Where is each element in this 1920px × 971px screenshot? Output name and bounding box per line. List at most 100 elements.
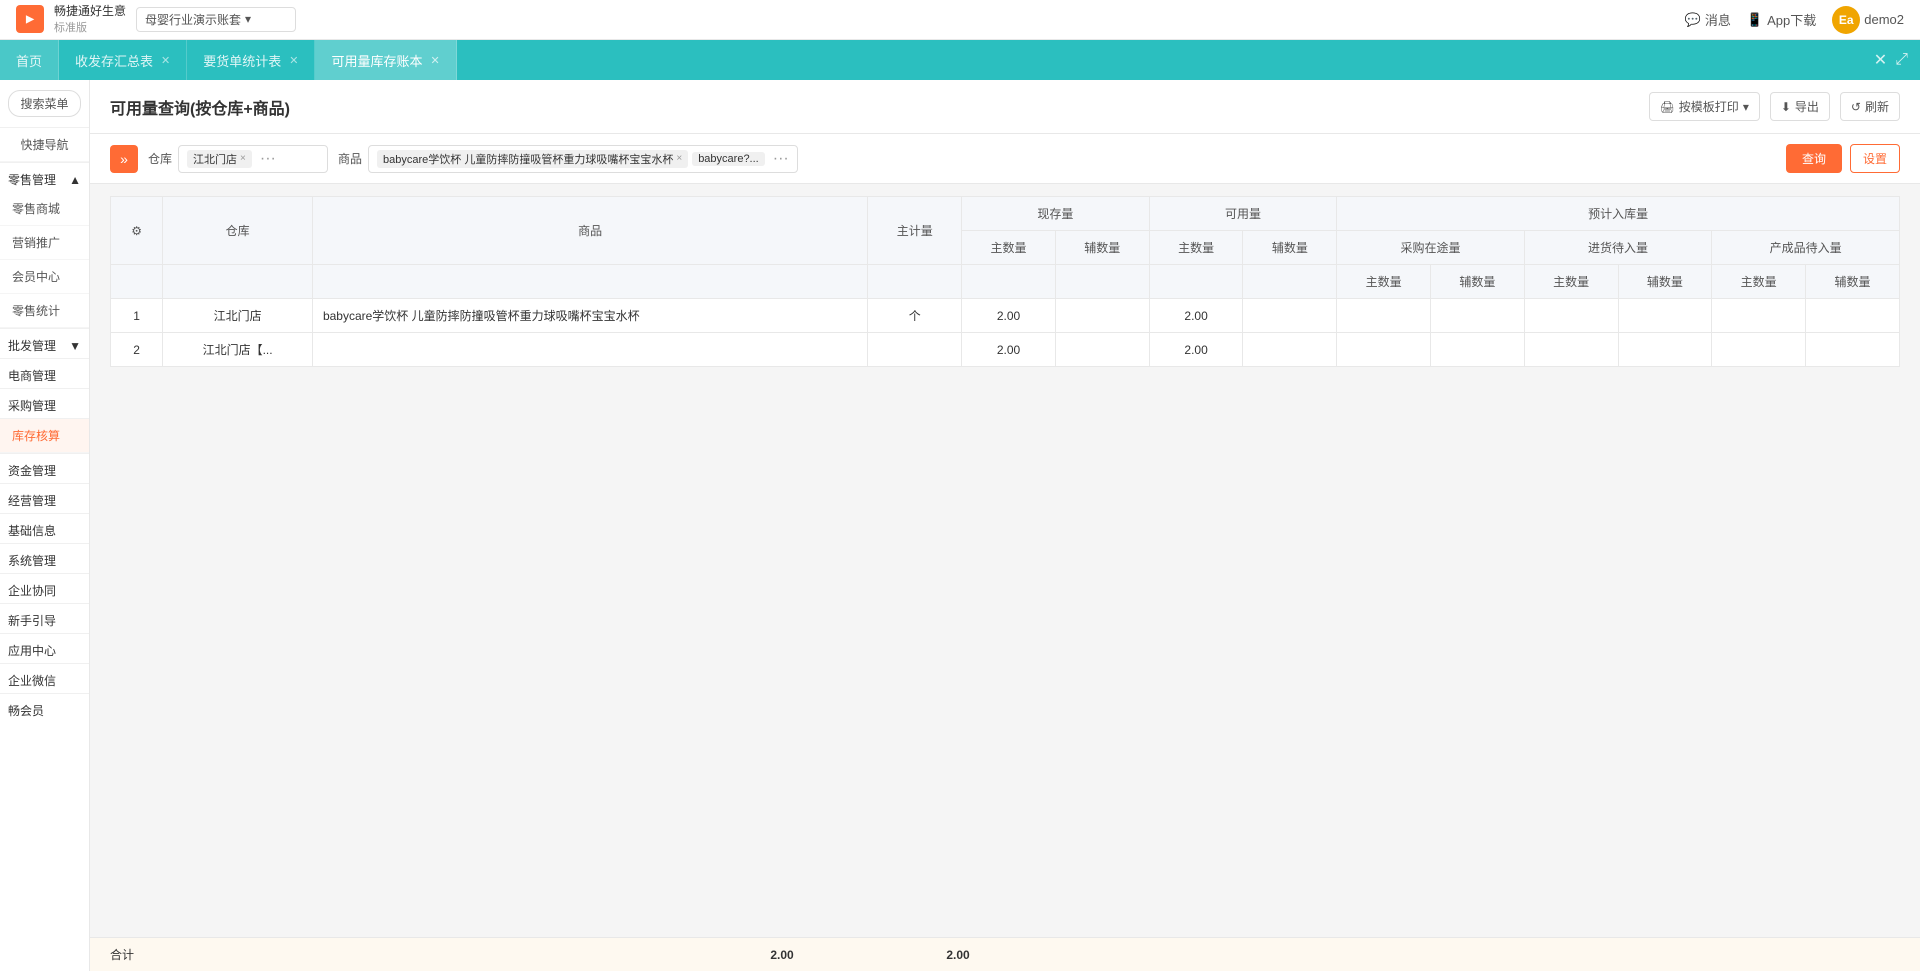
cell-avail-main: 2.00 xyxy=(1149,333,1243,367)
refresh-icon: ↺ xyxy=(1851,100,1861,114)
tab-close-available[interactable]: ✕ xyxy=(431,54,440,67)
sidebar-section-ecommerce[interactable]: 电商管理 xyxy=(0,358,89,388)
col-main-unit: 主计量 xyxy=(868,197,962,265)
sidebar-item-retail-mall[interactable]: 零售商城 xyxy=(0,192,89,226)
message-btn[interactable]: 💬 消息 xyxy=(1685,10,1731,29)
sidebar-section-sys-mgmt[interactable]: 系统管理 xyxy=(0,543,89,573)
expand-btn[interactable]: ⤢ xyxy=(1895,51,1908,69)
sidebar-item-member-center[interactable]: 会员中心 xyxy=(0,260,89,294)
sidebar-item-marketing[interactable]: 营销推广 xyxy=(0,226,89,260)
sidebar-section-finance[interactable]: 资金管理 xyxy=(0,453,89,483)
chevron-down-icon: ▼ xyxy=(69,339,81,353)
content-area: 可用量查询(按仓库+商品) 🖨 按模板打印 ▾ ⬇ 导出 ↺ 刷新 xyxy=(90,80,1920,971)
product-filter-input[interactable]: babycare学饮杯 儿童防摔防撞吸管杯重力球吸嘴杯宝宝水杯 × babyca… xyxy=(368,145,798,173)
footer-values: 2.00 2.00 xyxy=(154,948,998,962)
chevron-up-icon: ▲ xyxy=(69,173,81,187)
product-tag-2: babycare?... xyxy=(692,152,765,166)
tab-close-receive[interactable]: ✕ xyxy=(161,54,170,67)
top-bar: ▶ 畅捷通好生意 标准版 母婴行业演示账套 ▾ 💬 消息 📱 App下载 Ea … xyxy=(0,0,1920,40)
cell-purchase-transit-aux xyxy=(1430,333,1524,367)
cell-main-unit xyxy=(868,333,962,367)
export-icon: ⬇ xyxy=(1781,100,1791,114)
filter-bar: » 仓库 江北门店 × ··· 商品 babycare学饮杯 儿童防摔防撞吸管杯… xyxy=(90,134,1920,184)
cell-warehouse: 江北门店 xyxy=(163,299,313,333)
col-purchase-transit-main: 主数量 xyxy=(1337,265,1431,299)
col-incoming-main: 主数量 xyxy=(1524,265,1618,299)
sidebar-section-member[interactable]: 畅会员 xyxy=(0,693,89,723)
cell-index: 1 xyxy=(111,299,163,333)
settings-btn[interactable]: 设置 xyxy=(1850,144,1900,173)
brand-icon: ▶ xyxy=(16,5,44,33)
tab-close-order[interactable]: ✕ xyxy=(289,54,298,67)
brand-name: 畅捷通好生意 xyxy=(54,4,126,18)
cell-avail-main: 2.00 xyxy=(1149,299,1243,333)
cell-production-aux xyxy=(1806,299,1900,333)
cell-main-unit: 个 xyxy=(868,299,962,333)
col-incoming-aux: 辅数量 xyxy=(1618,265,1712,299)
export-btn[interactable]: ⬇ 导出 xyxy=(1770,92,1830,121)
cell-product xyxy=(312,333,867,367)
col-production: 产成品待入量 xyxy=(1712,231,1900,265)
sidebar-item-quick-nav[interactable]: 快捷导航 xyxy=(0,128,89,162)
tab-receive-summary[interactable]: 收发存汇总表 ✕ xyxy=(59,40,187,80)
table-settings-col[interactable]: ⚙ xyxy=(111,197,163,265)
sidebar-section-basic-info[interactable]: 基础信息 xyxy=(0,513,89,543)
cell-production-main xyxy=(1712,333,1806,367)
sidebar-section-new-guide[interactable]: 新手引导 xyxy=(0,603,89,633)
col-avail-main: 主数量 xyxy=(1149,231,1243,265)
app-download-btn[interactable]: 📱 App下载 xyxy=(1747,10,1816,29)
sidebar-item-inventory[interactable]: 库存核算 xyxy=(0,418,89,453)
app-icon: 📱 xyxy=(1747,12,1763,28)
filter-toggle-btn[interactable]: » xyxy=(110,145,138,173)
warehouse-tag-close[interactable]: × xyxy=(240,153,246,164)
chevron-down-icon: ▾ xyxy=(245,12,251,26)
user-profile[interactable]: Ea demo2 xyxy=(1832,6,1904,34)
chevron-down-icon: ▾ xyxy=(1743,100,1749,114)
warehouse-more-icon[interactable]: ··· xyxy=(260,150,276,168)
footer-available-main: 2.00 xyxy=(918,948,998,962)
org-selector[interactable]: 母婴行业演示账套 ▾ xyxy=(136,7,296,32)
tab-bar: 首页 收发存汇总表 ✕ 要货单统计表 ✕ 可用量库存账本 ✕ ✕ ⤢ xyxy=(0,40,1920,80)
search-menu-btn[interactable]: 搜索菜单 xyxy=(8,90,81,117)
table-row: 1 江北门店 babycare学饮杯 儿童防摔防撞吸管杯重力球吸嘴杯宝宝水杯 个… xyxy=(111,299,1900,333)
product-filter-label: 商品 xyxy=(338,150,362,167)
warehouse-filter-input[interactable]: 江北门店 × ··· xyxy=(178,145,328,173)
cell-production-main xyxy=(1712,299,1806,333)
tab-bar-end: ✕ ⤢ xyxy=(1862,40,1920,80)
footer-stock-main: 2.00 xyxy=(742,948,822,962)
close-window-btn[interactable]: ✕ xyxy=(1874,50,1887,70)
sidebar-section-app-center[interactable]: 应用中心 xyxy=(0,633,89,663)
sidebar-item-retail-stats[interactable]: 零售统计 xyxy=(0,294,89,328)
cell-stock-aux xyxy=(1055,299,1149,333)
page-actions: 🖨 按模板打印 ▾ ⬇ 导出 ↺ 刷新 xyxy=(1649,92,1900,121)
cell-warehouse: 江北门店【... xyxy=(163,333,313,367)
query-btn[interactable]: 查询 xyxy=(1786,144,1842,173)
warehouse-tag-jiangbei: 江北门店 × xyxy=(187,150,252,168)
cell-product: babycare学饮杯 儿童防摔防撞吸管杯重力球吸嘴杯宝宝水杯 xyxy=(312,299,867,333)
sidebar-section-enterprise[interactable]: 企业协同 xyxy=(0,573,89,603)
sidebar-section-operations[interactable]: 经营管理 xyxy=(0,483,89,513)
inventory-table: ⚙ 仓库 商品 主计量 现存量 可用量 预计入库量 主数量 辅数量 主数量 辅数… xyxy=(110,196,1900,367)
cell-purchase-transit-main xyxy=(1337,333,1431,367)
warehouse-filter-label: 仓库 xyxy=(148,150,172,167)
template-print-btn[interactable]: 🖨 按模板打印 ▾ xyxy=(1649,92,1760,121)
tab-available-inventory[interactable]: 可用量库存账本 ✕ xyxy=(315,40,456,80)
col-available: 可用量 xyxy=(1149,197,1337,231)
tab-order-summary[interactable]: 要货单统计表 ✕ xyxy=(187,40,315,80)
print-icon: 🖨 xyxy=(1660,100,1675,114)
refresh-btn[interactable]: ↺ 刷新 xyxy=(1840,92,1900,121)
col-stock-main: 主数量 xyxy=(962,231,1056,265)
sidebar-section-wholesale[interactable]: 批发管理 ▼ xyxy=(0,328,89,358)
cell-production-aux xyxy=(1806,333,1900,367)
cell-incoming-aux xyxy=(1618,333,1712,367)
col-avail-aux: 辅数量 xyxy=(1243,231,1337,265)
product-more-icon[interactable]: ··· xyxy=(773,150,789,168)
cell-incoming-main xyxy=(1524,299,1618,333)
col-stock-aux: 辅数量 xyxy=(1055,231,1149,265)
sidebar-section-wechat[interactable]: 企业微信 xyxy=(0,663,89,693)
tab-home[interactable]: 首页 xyxy=(0,40,59,80)
sidebar-section-purchase[interactable]: 采购管理 xyxy=(0,388,89,418)
product-tag-1-close[interactable]: × xyxy=(676,153,682,164)
sidebar-section-retail[interactable]: 零售管理 ▲ xyxy=(0,162,89,192)
filter-actions: 查询 设置 xyxy=(1786,144,1900,173)
